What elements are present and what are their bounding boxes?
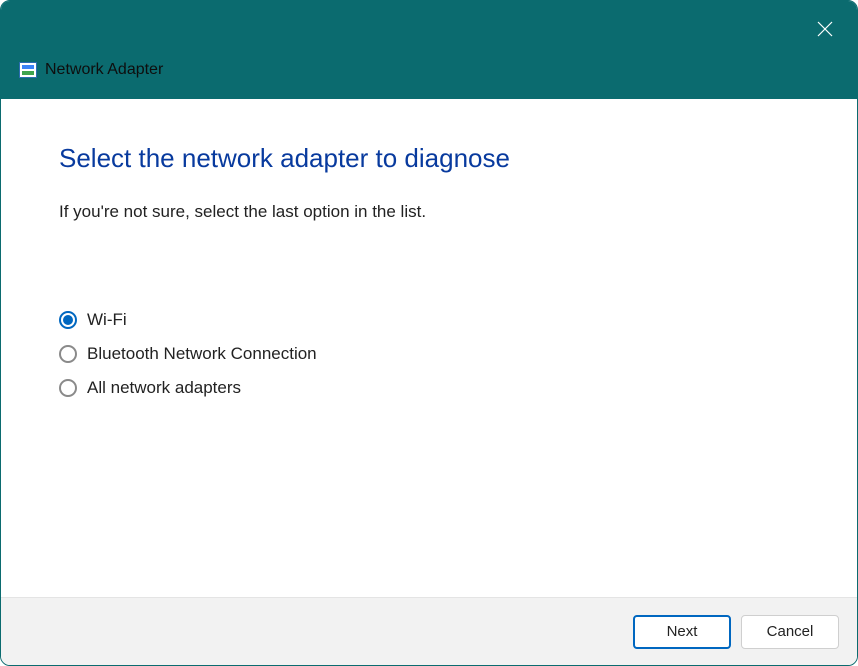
close-button[interactable] <box>815 19 835 39</box>
radio-icon <box>59 379 77 397</box>
titlebar-title: Network Adapter <box>45 61 163 79</box>
radio-icon <box>59 311 77 329</box>
adapter-options: Wi-Fi Bluetooth Network Connection All n… <box>59 310 799 398</box>
radio-label: All network adapters <box>87 378 241 398</box>
footer: Next Cancel <box>1 597 857 665</box>
radio-label: Wi-Fi <box>87 310 127 330</box>
troubleshooter-window: Network Adapter Select the network adapt… <box>0 0 858 666</box>
content-area: Select the network adapter to diagnose I… <box>1 99 857 597</box>
radio-option-all[interactable]: All network adapters <box>59 378 799 398</box>
titlebar-content: Network Adapter <box>19 61 163 79</box>
radio-icon <box>59 345 77 363</box>
page-heading: Select the network adapter to diagnose <box>59 143 799 174</box>
radio-label: Bluetooth Network Connection <box>87 344 317 364</box>
radio-option-wifi[interactable]: Wi-Fi <box>59 310 799 330</box>
network-adapter-icon <box>19 62 37 78</box>
cancel-button[interactable]: Cancel <box>741 615 839 649</box>
titlebar: Network Adapter <box>1 1 857 99</box>
radio-option-bluetooth[interactable]: Bluetooth Network Connection <box>59 344 799 364</box>
page-subtext: If you're not sure, select the last opti… <box>59 202 799 222</box>
next-button[interactable]: Next <box>633 615 731 649</box>
close-icon <box>817 21 833 37</box>
